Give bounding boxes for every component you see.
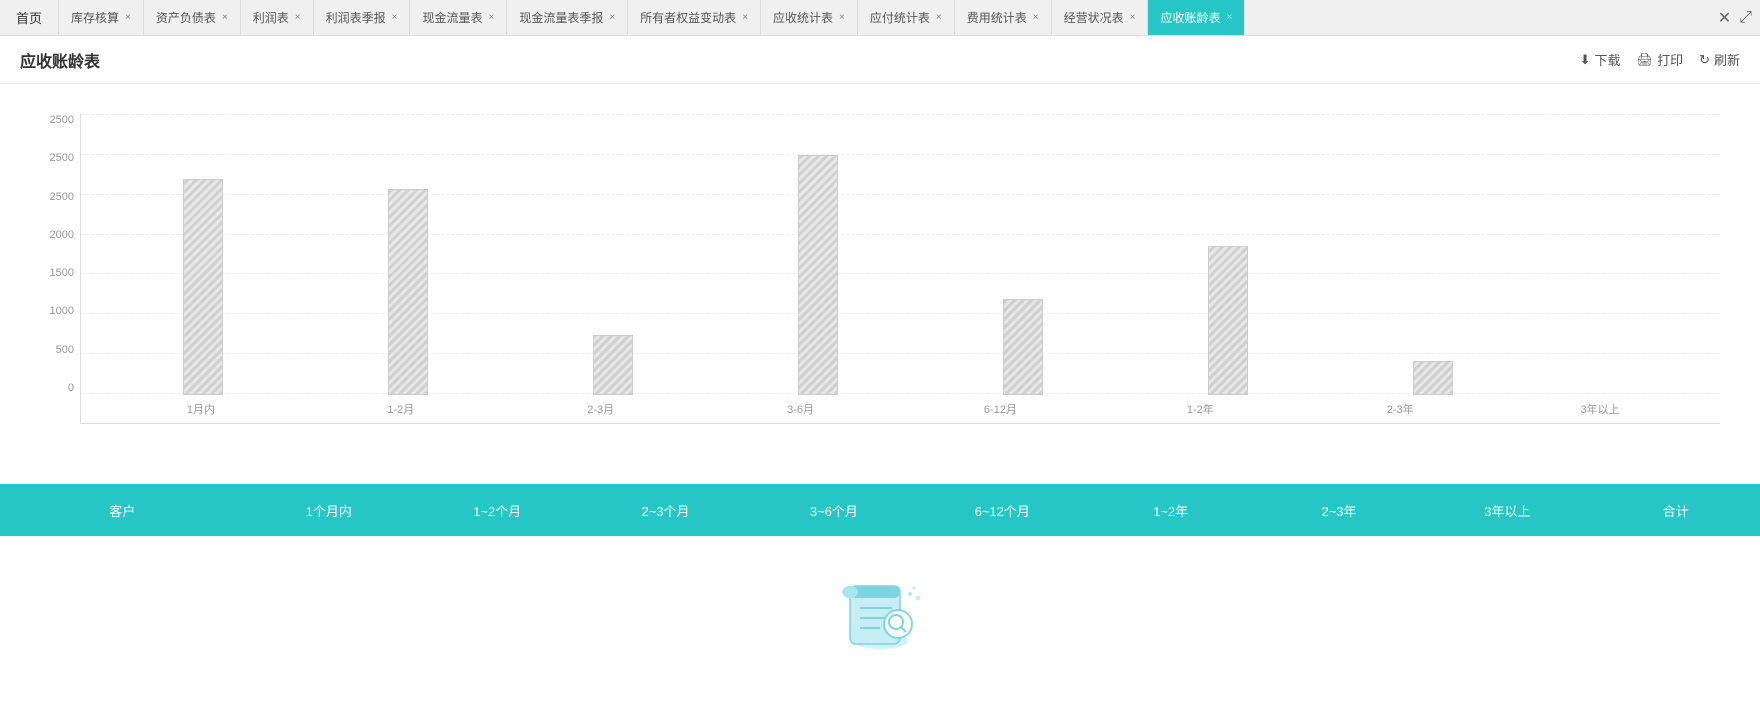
- bars-row: [81, 115, 1720, 395]
- y-label-2500b: 2500: [40, 152, 80, 164]
- bar-group-4: [1003, 299, 1043, 395]
- table-header-cell-5: 6~12个月: [918, 501, 1086, 520]
- tab-equity[interactable]: 所有者权益变动表 ×: [628, 0, 761, 36]
- bar-3: [798, 155, 838, 395]
- bar-group-1: [388, 189, 428, 395]
- y-label-500: 500: [40, 344, 80, 356]
- tab-cashflow-close[interactable]: ×: [488, 12, 494, 23]
- tab-bar-actions: ✕ ⤢: [1718, 8, 1760, 28]
- tab-expense-stat-close[interactable]: ×: [1033, 12, 1039, 23]
- y-label-0: 0: [40, 382, 80, 394]
- tab-operation-close[interactable]: ×: [1130, 12, 1136, 23]
- table-header-cell-1: 1个月内: [245, 501, 413, 520]
- main-content: 0 500 1000 1500 2000 2500 2500 2500: [0, 84, 1760, 720]
- x-labels: 1月内 1-2月 2-3月 3-6月 6-12月 1-2年 2-3年 3年以上: [81, 401, 1720, 417]
- tab-home-label: 首页: [16, 8, 42, 27]
- y-axis: 0 500 1000 1500 2000 2500 2500 2500: [40, 114, 80, 394]
- x-label-0: 1月内: [171, 401, 231, 417]
- refresh-icon: ↻: [1699, 52, 1710, 68]
- x-label-6: 2-3年: [1370, 401, 1430, 417]
- table-header-cell-3: 2~3个月: [581, 501, 749, 520]
- tab-balance-sheet[interactable]: 资产负债表 ×: [144, 0, 241, 36]
- y-label-2000: 2000: [40, 229, 80, 241]
- bar-6: [1413, 361, 1453, 395]
- bar-1: [388, 189, 428, 395]
- close-window-icon[interactable]: ✕: [1718, 8, 1731, 28]
- maximize-window-icon[interactable]: ⤢: [1739, 9, 1752, 27]
- bar-group-5: [1208, 246, 1248, 395]
- y-label-1000: 1000: [40, 305, 80, 317]
- tab-inventory-close[interactable]: ×: [125, 12, 131, 23]
- print-button[interactable]: 🖨 打印: [1637, 50, 1684, 69]
- tab-bar: 首页 库存核算 × 资产负债表 × 利润表 × 利润表季报 × 现金流量表 × …: [0, 0, 1760, 36]
- x-label-2: 2-3月: [571, 401, 631, 417]
- tab-home[interactable]: 首页: [0, 0, 59, 36]
- tab-income[interactable]: 利润表 ×: [241, 0, 314, 36]
- tab-income-close[interactable]: ×: [295, 12, 301, 23]
- tab-operation[interactable]: 经营状况表 ×: [1052, 0, 1149, 36]
- bar-5: [1208, 246, 1248, 395]
- bar-4: [1003, 299, 1043, 395]
- table-header: 客户1个月内1~2个月2~3个月3~6个月6~12个月1~2年2~3年3年以上合…: [0, 484, 1760, 536]
- tab-ap-stat[interactable]: 应付统计表 ×: [858, 0, 955, 36]
- chart-area: 0 500 1000 1500 2000 2500 2500 2500: [0, 84, 1760, 484]
- tab-balance-sheet-close[interactable]: ×: [222, 12, 228, 23]
- tab-ar-aging[interactable]: 应收账龄表 ×: [1148, 0, 1245, 36]
- bar-group-6: [1413, 361, 1453, 395]
- download-icon: ⬇: [1580, 52, 1591, 68]
- table-header-cell-2: 1~2个月: [413, 501, 581, 520]
- tab-income-quarter[interactable]: 利润表季报 ×: [314, 0, 411, 36]
- refresh-button[interactable]: ↻ 刷新: [1699, 50, 1740, 69]
- tab-expense-stat[interactable]: 费用统计表 ×: [955, 0, 1052, 36]
- bar-group-3: [798, 155, 838, 395]
- chart-inner: 1月内 1-2月 2-3月 3-6月 6-12月 1-2年 2-3年 3年以上: [80, 114, 1720, 424]
- tab-ap-stat-close[interactable]: ×: [936, 12, 942, 23]
- y-label-2500c: 2500: [40, 114, 80, 126]
- x-label-3: 3-6月: [771, 401, 831, 417]
- tab-ar-stat-close[interactable]: ×: [839, 12, 845, 23]
- empty-state: [0, 536, 1760, 686]
- bar-group-0: [183, 179, 223, 395]
- tab-cashflow-quarter-close[interactable]: ×: [609, 12, 615, 23]
- x-label-1: 1-2月: [371, 401, 431, 417]
- chart-container: 0 500 1000 1500 2000 2500 2500 2500: [40, 104, 1720, 424]
- x-label-7: 3年以上: [1570, 401, 1630, 417]
- bar-2: [593, 335, 633, 395]
- empty-icon: [830, 566, 930, 656]
- y-label-2500a: 2500: [40, 191, 80, 203]
- x-label-5: 1-2年: [1170, 401, 1230, 417]
- table-header-cell-9: 合计: [1592, 501, 1760, 520]
- tab-equity-close[interactable]: ×: [742, 12, 748, 23]
- table-header-cell-8: 3年以上: [1423, 501, 1591, 520]
- page-title: 应收账龄表: [20, 48, 100, 72]
- tab-cashflow-quarter[interactable]: 现金流量表季报 ×: [507, 0, 628, 36]
- page-header: 应收账龄表 ⬇ 下载 🖨 打印 ↻ 刷新: [0, 36, 1760, 84]
- page-actions: ⬇ 下载 🖨 打印 ↻ 刷新: [1580, 50, 1740, 69]
- y-label-1500: 1500: [40, 267, 80, 279]
- tab-income-quarter-close[interactable]: ×: [392, 12, 398, 23]
- table-header-cell-7: 2~3年: [1255, 501, 1423, 520]
- tab-ar-stat[interactable]: 应收统计表 ×: [761, 0, 858, 36]
- tab-cashflow[interactable]: 现金流量表 ×: [410, 0, 507, 36]
- x-label-4: 6-12月: [970, 401, 1030, 417]
- table-header-cell-4: 3~6个月: [750, 501, 918, 520]
- print-icon: 🖨: [1637, 52, 1654, 68]
- table-header-cell-0: 客户: [0, 501, 245, 520]
- bar-group-2: [593, 335, 633, 395]
- tab-ar-aging-close[interactable]: ×: [1226, 12, 1232, 23]
- table-header-cell-6: 1~2年: [1086, 501, 1254, 520]
- bar-0: [183, 179, 223, 395]
- download-button[interactable]: ⬇ 下载: [1580, 50, 1621, 69]
- tab-inventory[interactable]: 库存核算 ×: [59, 0, 144, 36]
